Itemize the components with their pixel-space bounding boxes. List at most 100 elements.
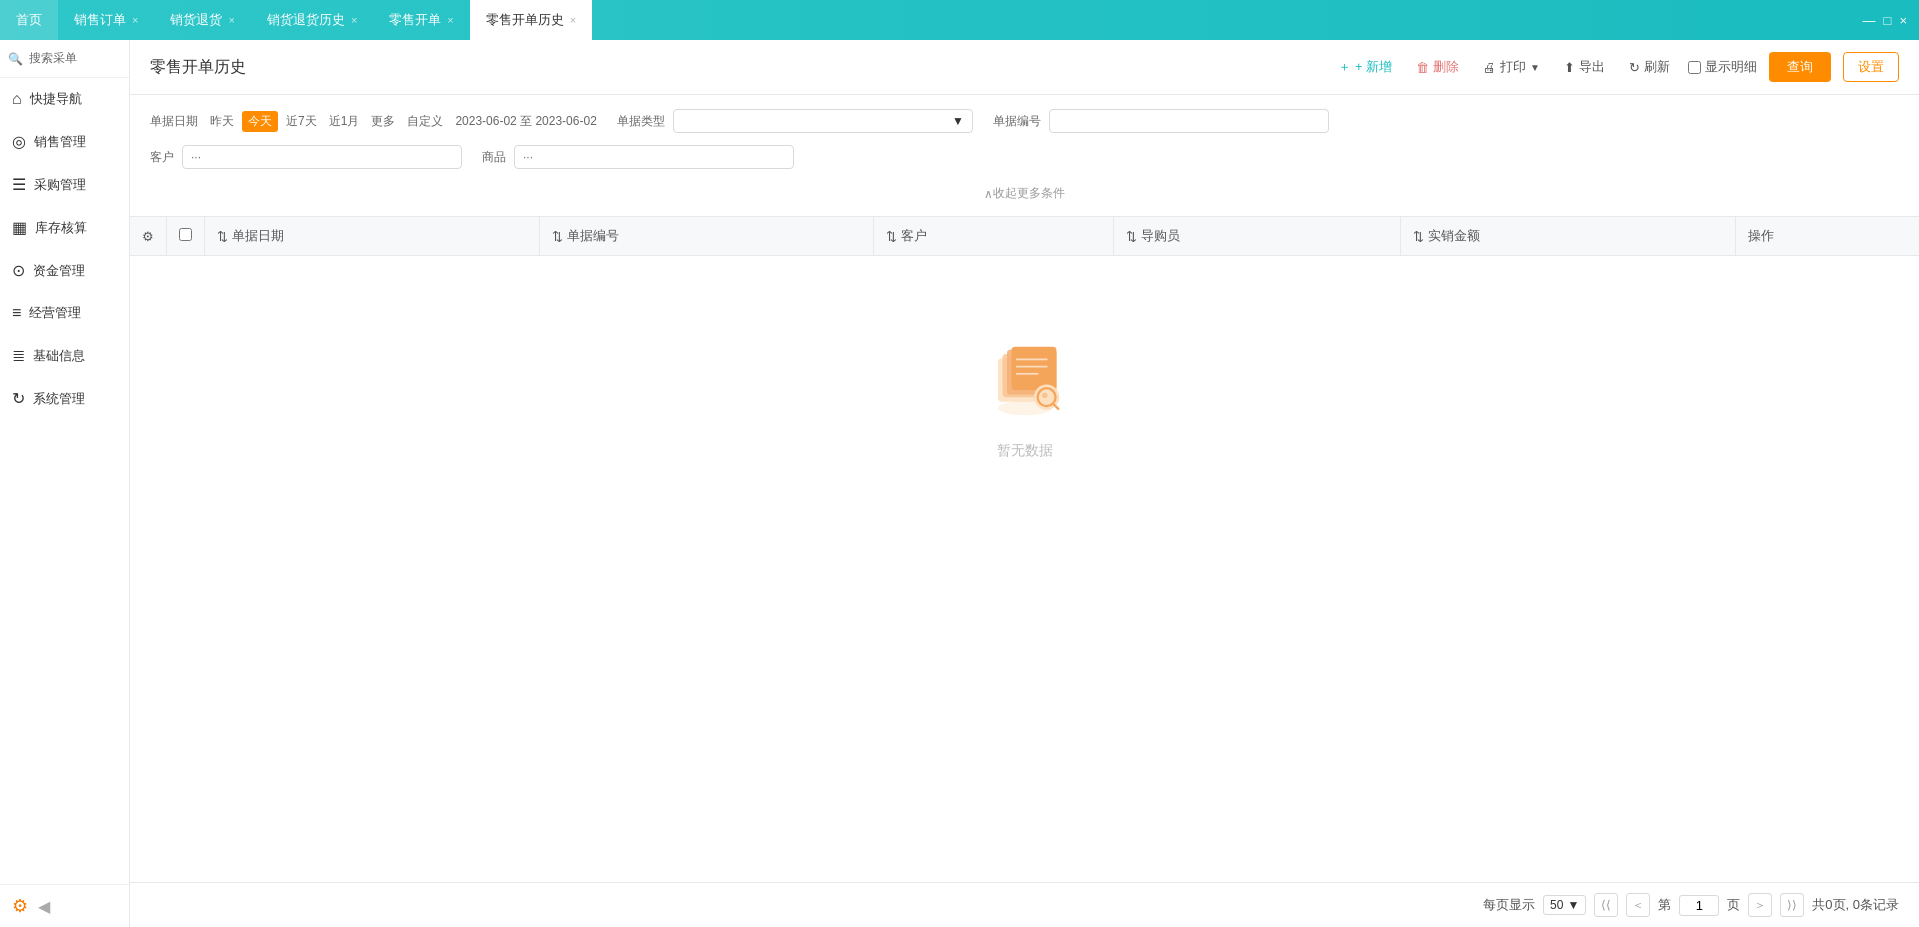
svg-point-11 xyxy=(1042,393,1047,398)
page-first-btn[interactable]: ⟨⟨ xyxy=(1594,893,1618,917)
customer-input[interactable] xyxy=(182,145,462,169)
th-date[interactable]: ⇅单据日期 xyxy=(205,217,540,256)
sidebar-item-system[interactable]: ↻系统管理 xyxy=(0,377,129,420)
tab-home[interactable]: 首页 xyxy=(0,0,58,40)
date-btn-更多[interactable]: 更多 xyxy=(367,111,399,132)
content-area: 零售开单历史 ＋ + 新增 🗑 删除 🖨 打印 ▼ ⬆ 导出 xyxy=(130,40,1919,927)
th-sort-icon-date: ⇅ xyxy=(217,229,228,244)
tab-close-sales-return[interactable]: × xyxy=(228,14,234,26)
table-setting-icon[interactable]: ⚙ xyxy=(142,229,154,244)
setting-button[interactable]: 设置 xyxy=(1843,52,1899,82)
sidebar-item-basic-info[interactable]: ≣基础信息 xyxy=(0,334,129,377)
delete-button[interactable]: 🗑 删除 xyxy=(1410,54,1465,80)
date-btn-近1月[interactable]: 近1月 xyxy=(325,111,364,132)
per-page-value: 50 xyxy=(1550,898,1563,912)
th-customer[interactable]: ⇅客户 xyxy=(874,217,1114,256)
window-min-btn[interactable]: — xyxy=(1863,13,1876,28)
show-detail-checkbox[interactable]: 显示明细 xyxy=(1688,58,1757,76)
sidebar-search[interactable]: 🔍 搜索采单 xyxy=(0,40,129,78)
print-button[interactable]: 🖨 打印 ▼ xyxy=(1477,54,1546,80)
sidebar-label-purchase-mgmt: 采购管理 xyxy=(34,176,86,194)
th-sort-amount[interactable]: ⇅实销金额 xyxy=(1413,227,1723,245)
page-label: 第 xyxy=(1658,896,1671,914)
sidebar-item-purchase-mgmt[interactable]: ☰采购管理 xyxy=(0,163,129,206)
delete-icon: 🗑 xyxy=(1416,60,1429,75)
tab-retail-open[interactable]: 零售开单 × xyxy=(373,0,469,40)
th-amount[interactable]: ⇅实销金额 xyxy=(1401,217,1736,256)
page-next-btn[interactable]: ＞ xyxy=(1748,893,1772,917)
tab-close-retail-open-history[interactable]: × xyxy=(570,14,576,26)
page-input[interactable] xyxy=(1679,895,1719,916)
table-area: ⚙ ⇅单据日期 ⇅单据编号 ⇅客户 ⇅导购员 ⇅实销金额操作 xyxy=(130,217,1919,882)
window-max-btn[interactable]: □ xyxy=(1884,13,1892,28)
tab-close-sales-order[interactable]: × xyxy=(132,14,138,26)
goods-input[interactable] xyxy=(514,145,794,169)
window-close-btn[interactable]: × xyxy=(1899,13,1907,28)
tab-sales-return[interactable]: 销货退货 × xyxy=(154,0,250,40)
sidebar-item-quick-nav[interactable]: ⌂快捷导航 xyxy=(0,78,129,120)
top-bar: 首页销售订单 ×销货退货 ×销货退货历史 ×零售开单 ×零售开单历史 × — □… xyxy=(0,0,1919,40)
tab-sales-order[interactable]: 销售订单 × xyxy=(58,0,154,40)
th-setting: ⚙ xyxy=(130,217,167,256)
refresh-button[interactable]: ↻ 刷新 xyxy=(1623,54,1676,80)
doc-type-arrow-icon: ▼ xyxy=(952,114,964,128)
goods-filter-group: 商品 xyxy=(482,145,794,169)
th-action: 操作 xyxy=(1735,217,1919,256)
doc-no-input[interactable] xyxy=(1049,109,1329,133)
date-btn-昨天[interactable]: 昨天 xyxy=(206,111,238,132)
show-detail-label: 显示明细 xyxy=(1705,58,1757,76)
per-page-select[interactable]: 50 ▼ xyxy=(1543,895,1586,915)
th-sort-doc_no[interactable]: ⇅单据编号 xyxy=(552,227,862,245)
show-detail-input[interactable] xyxy=(1688,61,1701,74)
date-filter-btns: 昨天今天近7天近1月更多自定义 xyxy=(206,111,447,132)
page-suffix: 页 xyxy=(1727,896,1740,914)
tab-retail-open-history[interactable]: 零售开单历史 × xyxy=(470,0,592,40)
add-button[interactable]: ＋ + 新增 xyxy=(1332,54,1398,80)
delete-label: 删除 xyxy=(1433,58,1459,76)
sidebar-icon-system: ↻ xyxy=(12,389,25,408)
export-icon: ⬆ xyxy=(1564,60,1575,75)
sidebar-bottom: ⚙ ◀ xyxy=(0,884,129,927)
date-btn-今天[interactable]: 今天 xyxy=(242,111,278,132)
sidebar-icon-inventory: ▦ xyxy=(12,218,27,237)
page-header: 零售开单历史 ＋ + 新增 🗑 删除 🖨 打印 ▼ ⬆ 导出 xyxy=(130,40,1919,95)
date-filter-label: 单据日期 xyxy=(150,113,198,130)
th-salesperson[interactable]: ⇅导购员 xyxy=(1114,217,1401,256)
th-sort-salesperson[interactable]: ⇅导购员 xyxy=(1126,227,1388,245)
refresh-icon: ↻ xyxy=(1629,60,1640,75)
settings-icon[interactable]: ⚙ xyxy=(12,895,28,917)
select-all-checkbox[interactable] xyxy=(179,228,192,241)
export-button[interactable]: ⬆ 导出 xyxy=(1558,54,1611,80)
tab-close-retail-open[interactable]: × xyxy=(447,14,453,26)
th-sort-icon-doc_no: ⇅ xyxy=(552,229,563,244)
sidebar-item-inventory[interactable]: ▦库存核算 xyxy=(0,206,129,249)
collapse-bar[interactable]: ∧ 收起更多条件 xyxy=(150,181,1899,210)
sidebar-item-sales-mgmt[interactable]: ◎销售管理 xyxy=(0,120,129,163)
doc-type-label: 单据类型 xyxy=(617,113,665,130)
query-button[interactable]: 查询 xyxy=(1769,52,1831,82)
doc-no-label: 单据编号 xyxy=(993,113,1041,130)
page-last-btn[interactable]: ⟩⟩ xyxy=(1780,893,1804,917)
date-btn-近7天[interactable]: 近7天 xyxy=(282,111,321,132)
empty-state: 暂无数据 xyxy=(130,256,1919,540)
sidebar-item-finance[interactable]: ⊙资金管理 xyxy=(0,249,129,292)
print-icon: 🖨 xyxy=(1483,60,1496,75)
page-prev-btn[interactable]: ＜ xyxy=(1626,893,1650,917)
refresh-label: 刷新 xyxy=(1644,58,1670,76)
add-icon: ＋ xyxy=(1338,58,1351,76)
print-arrow-icon: ▼ xyxy=(1530,62,1540,73)
sidebar-label-operation: 经营管理 xyxy=(29,304,81,322)
filter-bar: 单据日期 昨天今天近7天近1月更多自定义 2023-06-02 至 2023-0… xyxy=(130,95,1919,217)
window-controls: — □ × xyxy=(1851,13,1919,28)
export-label: 导出 xyxy=(1579,58,1605,76)
th-sort-customer[interactable]: ⇅客户 xyxy=(886,227,1101,245)
doc-type-select[interactable]: ▼ xyxy=(673,109,973,133)
filter-row-1: 单据日期 昨天今天近7天近1月更多自定义 2023-06-02 至 2023-0… xyxy=(150,109,1899,133)
collapse-sidebar-icon[interactable]: ◀ xyxy=(38,897,50,916)
tab-close-sales-return-history[interactable]: × xyxy=(351,14,357,26)
sidebar-item-operation[interactable]: ≡经营管理 xyxy=(0,292,129,334)
th-sort-date[interactable]: ⇅单据日期 xyxy=(217,227,527,245)
date-btn-自定义[interactable]: 自定义 xyxy=(403,111,447,132)
th-doc_no[interactable]: ⇅单据编号 xyxy=(539,217,874,256)
tab-sales-return-history[interactable]: 销货退货历史 × xyxy=(251,0,373,40)
